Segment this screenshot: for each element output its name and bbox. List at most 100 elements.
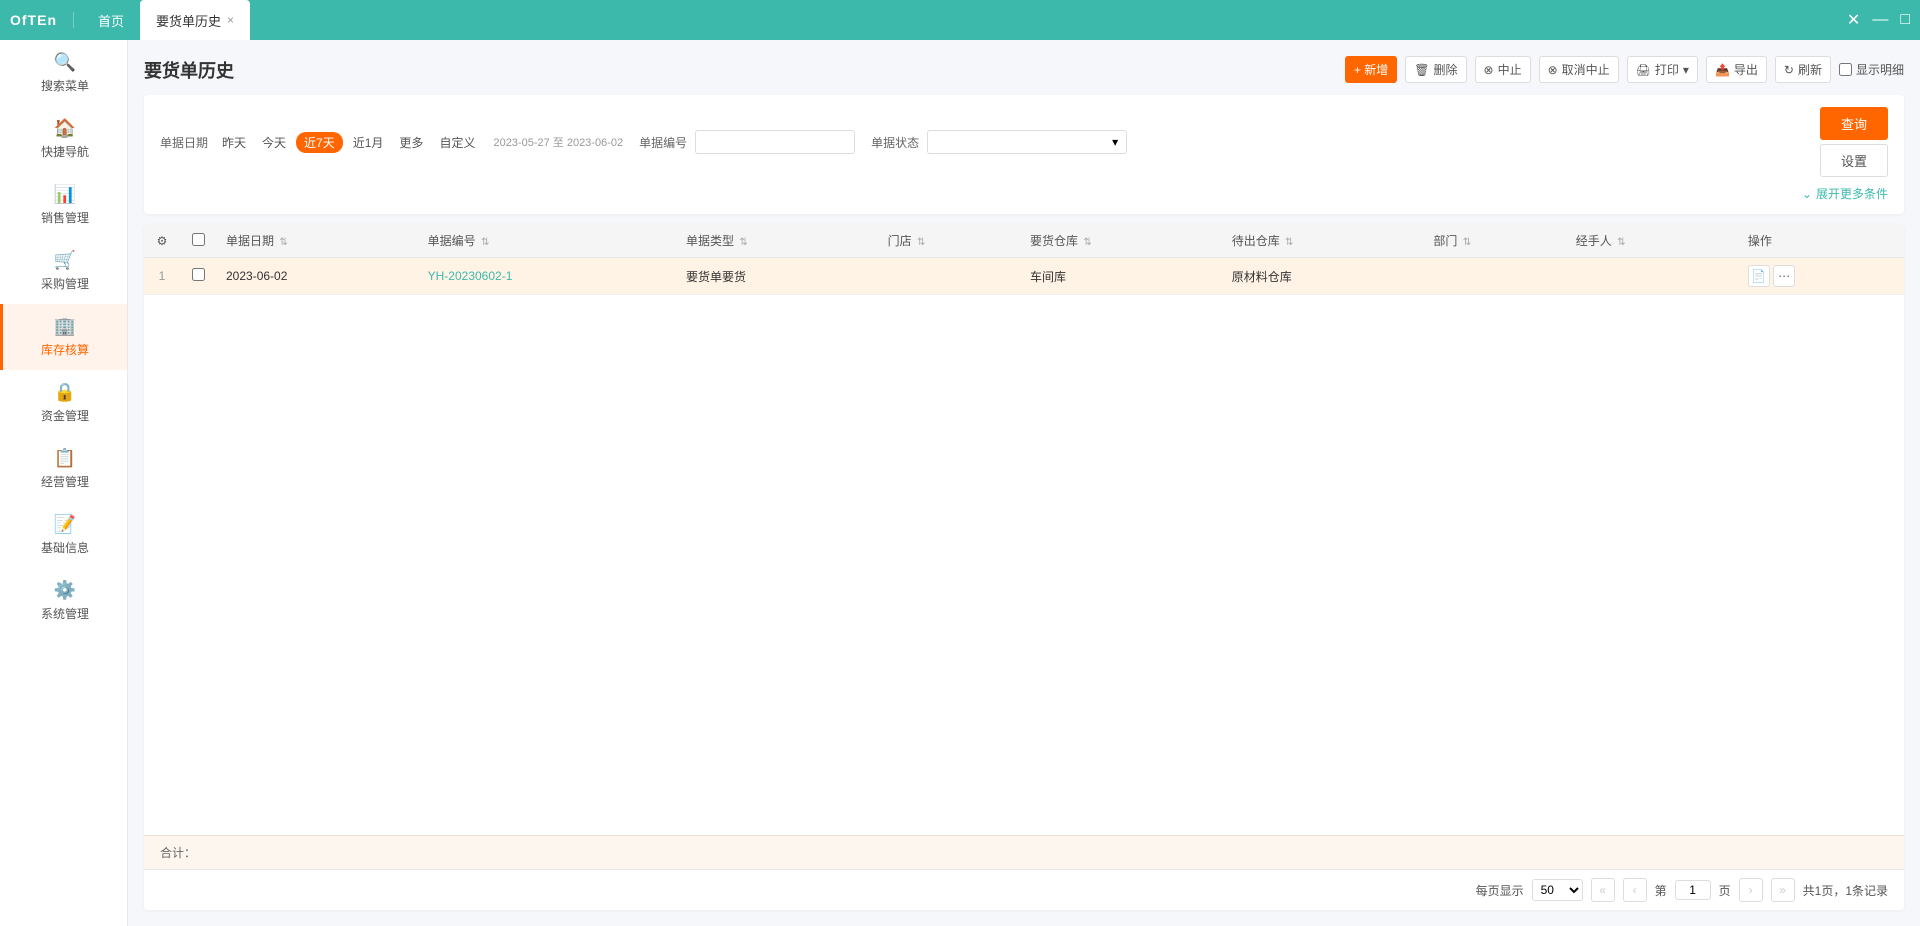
expand-icon: ⌄ xyxy=(1802,187,1812,201)
per-page-label: 每页显示 xyxy=(1476,882,1524,899)
sidebar-item-sales[interactable]: 📊 销售管理 xyxy=(0,172,127,238)
sidebar-item-label: 搜索菜单 xyxy=(41,77,89,94)
sort-handler-icon: ⇅ xyxy=(1617,237,1625,248)
row-pending-warehouse: 原材料仓库 xyxy=(1222,258,1424,295)
page-title: 要货单历史 xyxy=(144,57,234,83)
tab-home[interactable]: 首页 xyxy=(82,0,140,40)
col-order-type[interactable]: 单据类型 ⇅ xyxy=(676,224,878,258)
page-number-input[interactable] xyxy=(1675,880,1711,900)
row-date: 2023-06-02 xyxy=(216,258,418,295)
sidebar-item-purchase[interactable]: 🛒 采购管理 xyxy=(0,238,127,304)
export-button[interactable]: 📤 导出 xyxy=(1706,56,1767,83)
print-button[interactable]: 🖨 打印 ▾ xyxy=(1627,56,1698,83)
per-page-select[interactable]: 50 100 xyxy=(1532,879,1583,901)
sort-dept-icon: ⇅ xyxy=(1463,237,1471,248)
summary-label: 合计： xyxy=(160,846,196,860)
display-detail-checkbox[interactable] xyxy=(1839,63,1852,76)
window-minimize-icon[interactable]: — xyxy=(1872,11,1888,29)
row-select-checkbox[interactable] xyxy=(192,268,205,281)
sidebar-item-label: 库存核算 xyxy=(41,341,89,358)
col-handler[interactable]: 经手人 ⇅ xyxy=(1566,224,1738,258)
delete-button[interactable]: 🗑 删除 xyxy=(1405,56,1466,83)
app-layout: 🔍 搜索菜单 🏠 快捷导航 📊 销售管理 🛒 采购管理 🏢 库存核算 🔒 资金管… xyxy=(0,40,1920,926)
date-btn-more[interactable]: 更多 xyxy=(393,132,429,153)
sidebar-item-system[interactable]: ⚙️ 系统管理 xyxy=(0,568,127,634)
first-page-btn[interactable]: « xyxy=(1591,878,1615,902)
table-row[interactable]: 1 2023-06-02 YH-20230602-1 要货单要货 xyxy=(144,258,1904,295)
settings-button[interactable]: 设置 xyxy=(1820,144,1888,177)
status-filter-group: 单据状态 ▾ xyxy=(871,130,1127,154)
row-req-warehouse: 车间库 xyxy=(1020,258,1222,295)
select-all-checkbox[interactable] xyxy=(192,233,205,246)
sidebar-item-finance[interactable]: 🔒 资金管理 xyxy=(0,370,127,436)
date-shortcuts: 昨天 今天 近7天 近1月 更多 自定义 xyxy=(216,132,481,153)
new-button[interactable]: + 新增 xyxy=(1345,56,1397,83)
status-select[interactable]: ▾ xyxy=(927,130,1127,154)
stop-button[interactable]: ⊗ 中止 xyxy=(1475,56,1531,83)
next-page-btn[interactable]: › xyxy=(1739,878,1763,902)
sort-pending-warehouse-icon: ⇅ xyxy=(1285,237,1293,248)
date-btn-1month[interactable]: 近1月 xyxy=(347,132,390,153)
expand-more-btn[interactable]: ⌄ 展开更多条件 xyxy=(1802,185,1888,202)
sort-date-icon: ⇅ xyxy=(279,237,287,248)
row-more-btn[interactable]: ⋯ xyxy=(1773,265,1795,287)
sidebar-item-search-menu[interactable]: 🔍 搜索菜单 xyxy=(0,40,127,106)
date-filter-label: 单据日期 xyxy=(160,134,208,151)
window-controls: ✕ — □ xyxy=(1847,10,1910,30)
sidebar-item-basic-info[interactable]: 📝 基础信息 xyxy=(0,502,127,568)
sidebar-item-label: 基础信息 xyxy=(41,539,89,556)
sidebar: 🔍 搜索菜单 🏠 快捷导航 📊 销售管理 🛒 采购管理 🏢 库存核算 🔒 资金管… xyxy=(0,40,128,926)
print-dropdown-icon: ▾ xyxy=(1683,63,1689,77)
col-store[interactable]: 门店 ⇅ xyxy=(878,224,1020,258)
operations-icon: 📋 xyxy=(54,448,76,469)
sidebar-item-inventory[interactable]: 🏢 库存核算 xyxy=(0,304,127,370)
date-btn-7days[interactable]: 近7天 xyxy=(296,132,343,153)
row-view-btn[interactable]: 📄 xyxy=(1748,265,1770,287)
date-btn-custom[interactable]: 自定义 xyxy=(433,132,481,153)
basic-info-icon: 📝 xyxy=(54,514,76,535)
sidebar-item-label: 快捷导航 xyxy=(41,143,89,160)
tab-close-icon[interactable]: × xyxy=(227,13,234,27)
query-actions: 查询 设置 xyxy=(1820,107,1888,177)
page-end-label: 页 xyxy=(1719,882,1731,899)
col-pending-warehouse[interactable]: 待出仓库 ⇅ xyxy=(1222,224,1424,258)
table-header-row: ⚙ 单据日期 ⇅ 单据编号 ⇅ xyxy=(144,224,1904,258)
order-no-input[interactable] xyxy=(695,130,855,154)
table-footer: 合计： xyxy=(144,835,1904,869)
finance-icon: 🔒 xyxy=(54,382,76,403)
sort-store-icon: ⇅ xyxy=(917,237,925,248)
sidebar-item-operations[interactable]: 📋 经营管理 xyxy=(0,436,127,502)
delete-icon: 🗑 xyxy=(1414,63,1429,77)
date-range-display: 2023-05-27 至 2023-06-02 xyxy=(493,134,623,150)
col-settings[interactable]: ⚙ xyxy=(144,224,180,258)
filter-row: 单据日期 昨天 今天 近7天 近1月 更多 自定义 2023-05-27 至 2… xyxy=(160,107,1888,177)
order-no-link[interactable]: YH-20230602-1 xyxy=(428,269,513,283)
table-container: ⚙ 单据日期 ⇅ 单据编号 ⇅ xyxy=(144,224,1904,910)
cancel-stop-button[interactable]: ⊗ 取消中止 xyxy=(1539,56,1619,83)
data-table: ⚙ 单据日期 ⇅ 单据编号 ⇅ xyxy=(144,224,1904,295)
refresh-icon: ↻ xyxy=(1784,63,1794,77)
date-btn-today[interactable]: 今天 xyxy=(256,132,292,153)
refresh-button[interactable]: ↻ 刷新 xyxy=(1775,56,1831,83)
display-detail-toggle[interactable]: 显示明细 xyxy=(1839,61,1904,78)
tab-requisition-history[interactable]: 要货单历史 × xyxy=(140,0,250,40)
col-req-warehouse[interactable]: 要货仓库 ⇅ xyxy=(1020,224,1222,258)
last-page-btn[interactable]: » xyxy=(1771,878,1795,902)
date-btn-yesterday[interactable]: 昨天 xyxy=(216,132,252,153)
window-maximize-icon[interactable]: □ xyxy=(1900,11,1910,29)
sidebar-item-quick-nav[interactable]: 🏠 快捷导航 xyxy=(0,106,127,172)
prev-page-btn[interactable]: ‹ xyxy=(1623,878,1647,902)
row-operations: 📄 ⋯ xyxy=(1738,258,1904,295)
col-order-no[interactable]: 单据编号 ⇅ xyxy=(418,224,676,258)
row-store xyxy=(878,258,1020,295)
sidebar-item-label: 采购管理 xyxy=(41,275,89,292)
window-close-icon[interactable]: ✕ xyxy=(1847,10,1860,30)
table-body: 1 2023-06-02 YH-20230602-1 要货单要货 xyxy=(144,258,1904,295)
table-wrapper: ⚙ 单据日期 ⇅ 单据编号 ⇅ xyxy=(144,224,1904,835)
stop-icon: ⊗ xyxy=(1484,63,1494,77)
col-department[interactable]: 部门 ⇅ xyxy=(1423,224,1565,258)
col-checkbox xyxy=(180,224,216,258)
page-header: 要货单历史 + 新增 🗑 删除 ⊗ 中止 ⊗ 取消中止 xyxy=(144,56,1904,83)
query-button[interactable]: 查询 xyxy=(1820,107,1888,140)
col-date[interactable]: 单据日期 ⇅ xyxy=(216,224,418,258)
